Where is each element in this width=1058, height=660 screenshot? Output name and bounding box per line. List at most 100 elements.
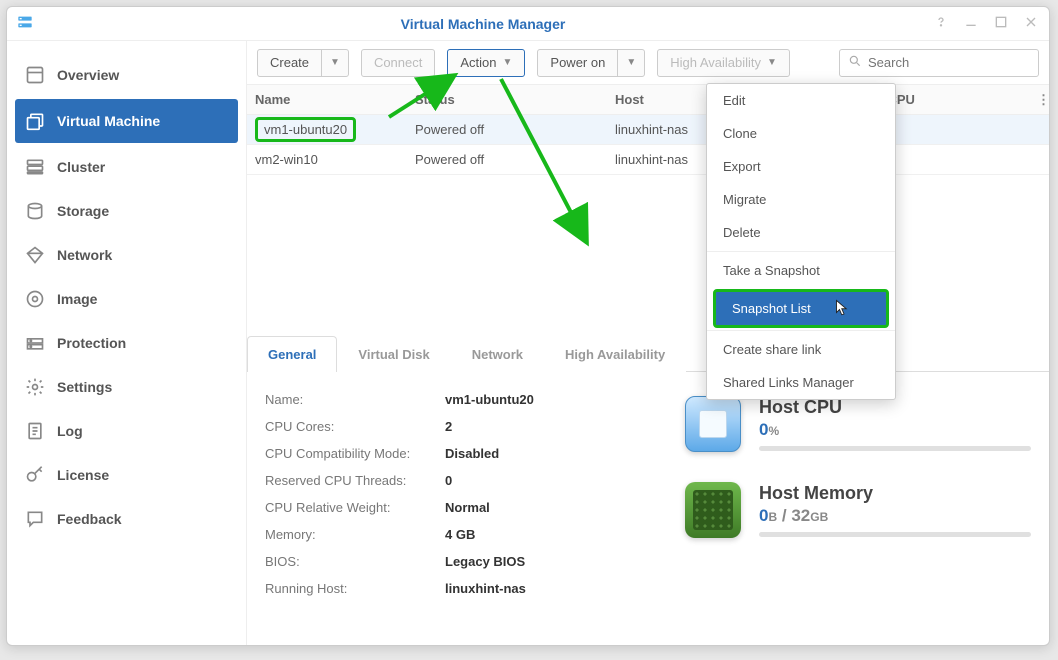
cluster-icon [25, 157, 45, 177]
metric-bar [759, 532, 1031, 537]
cell-status: Powered off [407, 122, 607, 137]
prop-key: Running Host: [265, 581, 445, 596]
cell-name: vm2-win10 [247, 152, 407, 167]
feedback-icon [25, 509, 45, 529]
sidebar-item-label: Storage [57, 203, 109, 219]
tab-network[interactable]: Network [451, 336, 544, 372]
prop-value: vm1-ubuntu20 [445, 392, 534, 407]
vm-icon [25, 111, 45, 131]
prop-value: 4 GB [445, 527, 475, 542]
table-row[interactable]: vm2-win10 Powered off linuxhint-nas - - [247, 145, 1049, 175]
cell-host: linuxhint-nas [607, 152, 707, 167]
maximize-icon[interactable] [993, 14, 1009, 33]
connect-button[interactable]: Connect [361, 49, 435, 77]
sidebar: Overview Virtual Machine Cluster Storage… [7, 41, 247, 645]
settings-icon [25, 377, 45, 397]
window-title: Virtual Machine Manager [33, 16, 933, 32]
col-name[interactable]: Name [247, 92, 407, 107]
protection-icon [25, 333, 45, 353]
detail-body: Name:vm1-ubuntu20 CPU Cores:2 CPU Compat… [247, 372, 1049, 602]
tab-high-availability[interactable]: High Availability [544, 336, 686, 372]
chevron-down-icon[interactable]: ▼ [618, 57, 644, 68]
prop-value: Legacy BIOS [445, 554, 525, 569]
close-icon[interactable] [1023, 14, 1039, 33]
detail-tabs: General Virtual Disk Network High Availa… [247, 335, 1049, 372]
cell-name: vm1-ubuntu20 [247, 117, 407, 142]
search-input-wrapper[interactable] [839, 49, 1039, 77]
action-menu: Edit Clone Export Migrate Delete Take a … [706, 83, 896, 400]
storage-icon [25, 201, 45, 221]
vm-name-highlight: vm1-ubuntu20 [255, 117, 356, 142]
chevron-down-icon: ▼ [503, 57, 513, 68]
minimize-icon[interactable] [963, 14, 979, 33]
power-button[interactable]: Power on ▼ [537, 49, 645, 77]
menu-item-export[interactable]: Export [707, 150, 895, 183]
detail-properties: Name:vm1-ubuntu20 CPU Cores:2 CPU Compat… [265, 386, 665, 602]
sidebar-item-overview[interactable]: Overview [7, 53, 246, 97]
high-availability-button[interactable]: High Availability ▼ [657, 49, 790, 77]
sidebar-item-feedback[interactable]: Feedback [7, 497, 246, 541]
tab-virtual-disk[interactable]: Virtual Disk [337, 336, 450, 372]
create-button[interactable]: Create ▼ [257, 49, 349, 77]
sidebar-item-label: Cluster [57, 159, 105, 175]
sidebar-item-label: License [57, 467, 109, 483]
sidebar-item-protection[interactable]: Protection [7, 321, 246, 365]
search-icon [848, 54, 862, 71]
network-icon [25, 245, 45, 265]
app-icon [17, 14, 33, 33]
menu-item-migrate[interactable]: Migrate [707, 183, 895, 216]
host-cpu-metric: Host CPU 0% [685, 396, 1031, 452]
menu-item-snapshot-list[interactable]: Snapshot List [713, 289, 889, 328]
menu-item-delete[interactable]: Delete [707, 216, 895, 249]
menu-item-create-share-link[interactable]: Create share link [707, 333, 895, 366]
sidebar-item-label: Settings [57, 379, 112, 395]
sidebar-item-license[interactable]: License [7, 453, 246, 497]
sidebar-item-storage[interactable]: Storage [7, 189, 246, 233]
prop-value: linuxhint-nas [445, 581, 526, 596]
search-input[interactable] [868, 55, 1044, 70]
help-icon[interactable] [933, 14, 949, 33]
col-host[interactable]: Host [607, 92, 707, 107]
menu-item-shared-links-manager[interactable]: Shared Links Manager [707, 366, 895, 399]
menu-item-edit[interactable]: Edit [707, 84, 895, 117]
col-status[interactable]: Status [407, 92, 607, 107]
metric-title: Host Memory [759, 483, 1031, 504]
tab-general[interactable]: General [247, 336, 337, 372]
license-icon [25, 465, 45, 485]
chevron-down-icon[interactable]: ▼ [322, 57, 348, 68]
create-button-label: Create [258, 49, 322, 77]
menu-item-take-snapshot[interactable]: Take a Snapshot [707, 254, 895, 287]
table-row[interactable]: vm1-ubuntu20 Powered off linuxhint-nas -… [247, 115, 1049, 145]
sidebar-item-log[interactable]: Log [7, 409, 246, 453]
log-icon [25, 421, 45, 441]
prop-key: Reserved CPU Threads: [265, 473, 445, 488]
prop-value: 2 [445, 419, 452, 434]
image-icon [25, 289, 45, 309]
menu-item-clone[interactable]: Clone [707, 117, 895, 150]
prop-key: CPU Relative Weight: [265, 500, 445, 515]
chevron-down-icon: ▼ [767, 57, 777, 68]
sidebar-item-cluster[interactable]: Cluster [7, 145, 246, 189]
sidebar-item-virtual-machine[interactable]: Virtual Machine [15, 99, 238, 143]
prop-key: Name: [265, 392, 445, 407]
metric-value: 0% [759, 420, 1031, 440]
action-button-label: Action [460, 55, 496, 70]
action-button[interactable]: Action ▼ [447, 49, 525, 77]
prop-value: Normal [445, 500, 490, 515]
metric-value: 0B / 32GB [759, 506, 1031, 526]
cell-status: Powered off [407, 152, 607, 167]
sidebar-item-image[interactable]: Image [7, 277, 246, 321]
host-memory-metric: Host Memory 0B / 32GB [685, 482, 1031, 538]
memory-icon [685, 482, 741, 538]
more-columns-icon[interactable]: ⋮ [1029, 92, 1049, 108]
sidebar-item-network[interactable]: Network [7, 233, 246, 277]
menu-separator [707, 251, 895, 252]
metric-title: Host CPU [759, 397, 1031, 418]
sidebar-item-settings[interactable]: Settings [7, 365, 246, 409]
cell-host: linuxhint-nas [607, 122, 707, 137]
prop-value: 0 [445, 473, 452, 488]
sidebar-item-label: Image [57, 291, 97, 307]
sidebar-item-label: Overview [57, 67, 119, 83]
sidebar-item-label: Protection [57, 335, 126, 351]
table-header: Name Status Host IP Host CPU ⋮ [247, 85, 1049, 115]
